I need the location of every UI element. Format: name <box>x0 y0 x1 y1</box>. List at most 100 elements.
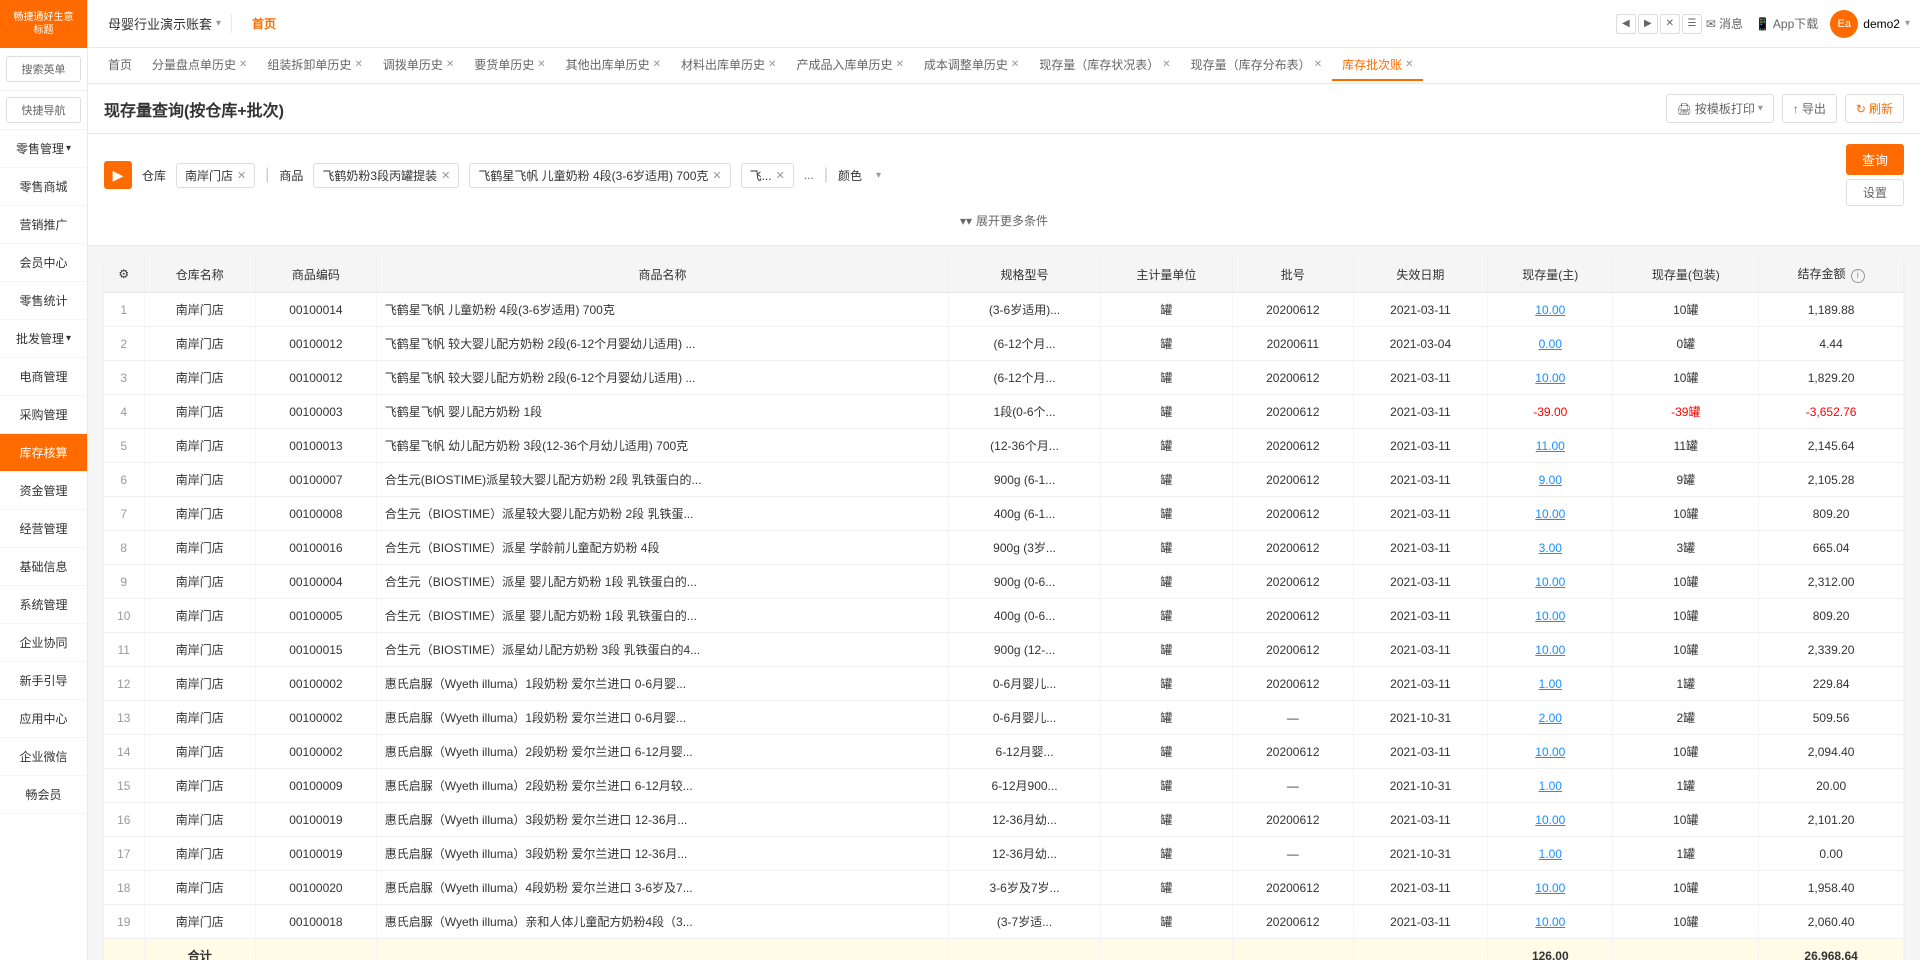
query-button[interactable]: 查询 <box>1846 144 1904 175</box>
cell-unit: 罐 <box>1100 497 1232 531</box>
warehouse-filter-tag[interactable]: 南岸门店 ✕ <box>176 163 255 188</box>
cell-qty-main[interactable]: 10.00 <box>1488 905 1613 939</box>
message-button[interactable]: ✉ 消息 <box>1706 15 1743 32</box>
app-download-button[interactable]: 📱 App下载 <box>1755 15 1818 32</box>
tabs-close-button[interactable]: ✕ <box>1660 14 1680 34</box>
tab-close-cost_adjust[interactable]: ✕ <box>1011 59 1019 70</box>
tab-home[interactable]: 首页 <box>98 50 142 81</box>
cell-amount: 809.20 <box>1759 497 1904 531</box>
cell-qty-main[interactable]: 10.00 <box>1488 735 1613 769</box>
tab-inventory_distribution[interactable]: 现存量（库存分布表）✕ <box>1181 50 1332 81</box>
topbar-home-tab[interactable]: 首页 <box>242 11 286 36</box>
sidebar-item-shop[interactable]: 零售商城 <box>0 168 87 206</box>
sidebar-logo[interactable]: 畅捷通好生意 标题 <box>0 0 87 48</box>
tab-disassembly_history[interactable]: 组装拆卸单历史✕ <box>257 50 372 81</box>
tab-close-product_inbound[interactable]: ✕ <box>895 59 903 70</box>
col-settings[interactable]: ⚙ <box>104 256 144 293</box>
amount-info-icon[interactable]: i <box>1851 269 1865 283</box>
sidebar-item-inventory[interactable]: 库存核算 <box>0 434 87 472</box>
tab-inventory_status[interactable]: 现存量（库存状况表）✕ <box>1029 50 1180 81</box>
tab-close-allocation_history[interactable]: ✕ <box>446 59 454 70</box>
tab-close-inventory_status[interactable]: ✕ <box>1162 59 1170 70</box>
tab-close-disassembly_history[interactable]: ✕ <box>354 59 362 70</box>
sidebar-item-system[interactable]: 系统管理 <box>0 586 87 624</box>
cell-expire: 2021-03-11 <box>1353 633 1487 667</box>
color-filter-arrow[interactable]: ▾ <box>876 170 881 181</box>
cell-qty-main[interactable]: -39.00 <box>1488 395 1613 429</box>
quick-nav-button[interactable]: 快捷导航 <box>6 97 81 123</box>
cell-qty-main[interactable]: 10.00 <box>1488 803 1613 837</box>
tab-cost_adjust[interactable]: 成本调整单历史✕ <box>914 50 1029 81</box>
sidebar-item-retail[interactable]: 零售管理▾ <box>0 130 87 168</box>
template-print-button[interactable]: 🖨 按模板打印 ▾ <box>1666 94 1774 123</box>
sidebar-item-purchase[interactable]: 采购管理 <box>0 396 87 434</box>
summary-empty-3 <box>376 939 948 960</box>
refresh-button[interactable]: ↻ 刷新 <box>1845 94 1904 123</box>
sidebar-item-finance[interactable]: 资金管理 <box>0 472 87 510</box>
summary-empty-0 <box>104 939 144 960</box>
sidebar-item-ops[interactable]: 经营管理 <box>0 510 87 548</box>
sidebar-item-marketing[interactable]: 营销推广 <box>0 206 87 244</box>
sidebar-item-member[interactable]: 会员中心 <box>0 244 87 282</box>
tab-other_outbound[interactable]: 其他出库单历史✕ <box>556 50 671 81</box>
search-button[interactable]: 搜索英单 <box>6 56 81 82</box>
tab-close-inventory_distribution[interactable]: ✕ <box>1314 59 1322 70</box>
export-button[interactable]: ↑ 导出 <box>1782 94 1837 123</box>
tabs-next-button[interactable]: ▶ <box>1638 14 1658 34</box>
cell-qty-main[interactable]: 0.00 <box>1488 327 1613 361</box>
tab-close-material_outbound[interactable]: ✕ <box>768 59 776 70</box>
settings-button[interactable]: 设置 <box>1846 179 1904 206</box>
cell-qty-main[interactable]: 10.00 <box>1488 871 1613 905</box>
cell-qty-main[interactable]: 3.00 <box>1488 531 1613 565</box>
filter-expand-button[interactable]: ▶ <box>104 161 132 189</box>
expand-more-conditions[interactable]: ▾▾ 展开更多条件 <box>104 206 1904 235</box>
cell-qty-main[interactable]: 10.00 <box>1488 293 1613 327</box>
sidebar-item-stats[interactable]: 零售统计 <box>0 282 87 320</box>
cell-qty-main[interactable]: 1.00 <box>1488 837 1613 871</box>
product-filter-tag1[interactable]: 飞鹤奶粉3段丙罐提装 ✕ <box>313 163 459 188</box>
warehouse-tag-close[interactable]: ✕ <box>237 169 246 182</box>
product-filter-tag2[interactable]: 飞鹤星飞帆 儿童奶粉 4段(3-6岁适用) 700克 ✕ <box>469 163 730 188</box>
tab-batch_ledger[interactable]: 库存批次账✕ <box>1332 50 1423 81</box>
cell-qty-main[interactable]: 10.00 <box>1488 497 1613 531</box>
tab-material_outbound[interactable]: 材料出库单历史✕ <box>671 50 786 81</box>
tab-requisition_history[interactable]: 要货单历史✕ <box>464 50 555 81</box>
sidebar-item-corp[interactable]: 企业协同 <box>0 624 87 662</box>
cell-qty-main[interactable]: 10.00 <box>1488 565 1613 599</box>
product-filter-more[interactable]: ... <box>804 168 814 182</box>
cell-qty-main[interactable]: 11.00 <box>1488 429 1613 463</box>
cell-amount: 0.00 <box>1759 837 1904 871</box>
tab-product_inbound[interactable]: 产成品入库单历史✕ <box>786 50 913 81</box>
sidebar-item-basic[interactable]: 基础信息 <box>0 548 87 586</box>
tabs-menu-button[interactable]: ☰ <box>1682 14 1702 34</box>
cell-spec: 0-6月婴儿... <box>949 667 1101 701</box>
cell-qty-main[interactable]: 10.00 <box>1488 633 1613 667</box>
sidebar-item-ecom[interactable]: 电商管理 <box>0 358 87 396</box>
tab-allocation_history[interactable]: 调拨单历史✕ <box>373 50 464 81</box>
sidebar-item-app_center[interactable]: 应用中心 <box>0 700 87 738</box>
product-filter-tag3[interactable]: 飞... ✕ <box>741 163 794 188</box>
sidebar-item-guide[interactable]: 新手引导 <box>0 662 87 700</box>
product-tag2-close[interactable]: ✕ <box>712 169 721 182</box>
product-tag1-close[interactable]: ✕ <box>441 169 450 182</box>
tab-close-requisition_history[interactable]: ✕ <box>537 59 545 70</box>
tab-close-other_outbound[interactable]: ✕ <box>653 59 661 70</box>
cell-qty-main[interactable]: 1.00 <box>1488 769 1613 803</box>
sidebar-item-wholesale[interactable]: 批发管理▾ <box>0 320 87 358</box>
product-tag3-value: 飞... <box>750 167 772 184</box>
tab-close-batch_ledger[interactable]: ✕ <box>1405 59 1413 70</box>
sidebar-item-vip[interactable]: 畅会员 <box>0 776 87 814</box>
tabs-prev-button[interactable]: ◀ <box>1616 14 1636 34</box>
product-tag3-close[interactable]: ✕ <box>776 169 785 182</box>
cell-qty-main[interactable]: 9.00 <box>1488 463 1613 497</box>
tab-close-split_inventory_history[interactable]: ✕ <box>239 59 247 70</box>
app-icon: 📱 <box>1755 17 1770 31</box>
sidebar-item-corp_wx[interactable]: 企业微信 <box>0 738 87 776</box>
cell-qty-main[interactable]: 10.00 <box>1488 361 1613 395</box>
warehouse-selector[interactable]: 母婴行业演示账套 ▾ <box>98 14 232 33</box>
cell-qty-main[interactable]: 2.00 <box>1488 701 1613 735</box>
user-menu[interactable]: Ea demo2 ▾ <box>1830 10 1910 38</box>
cell-qty-main[interactable]: 1.00 <box>1488 667 1613 701</box>
cell-qty-main[interactable]: 10.00 <box>1488 599 1613 633</box>
tab-split_inventory_history[interactable]: 分量盘点单历史✕ <box>142 50 257 81</box>
